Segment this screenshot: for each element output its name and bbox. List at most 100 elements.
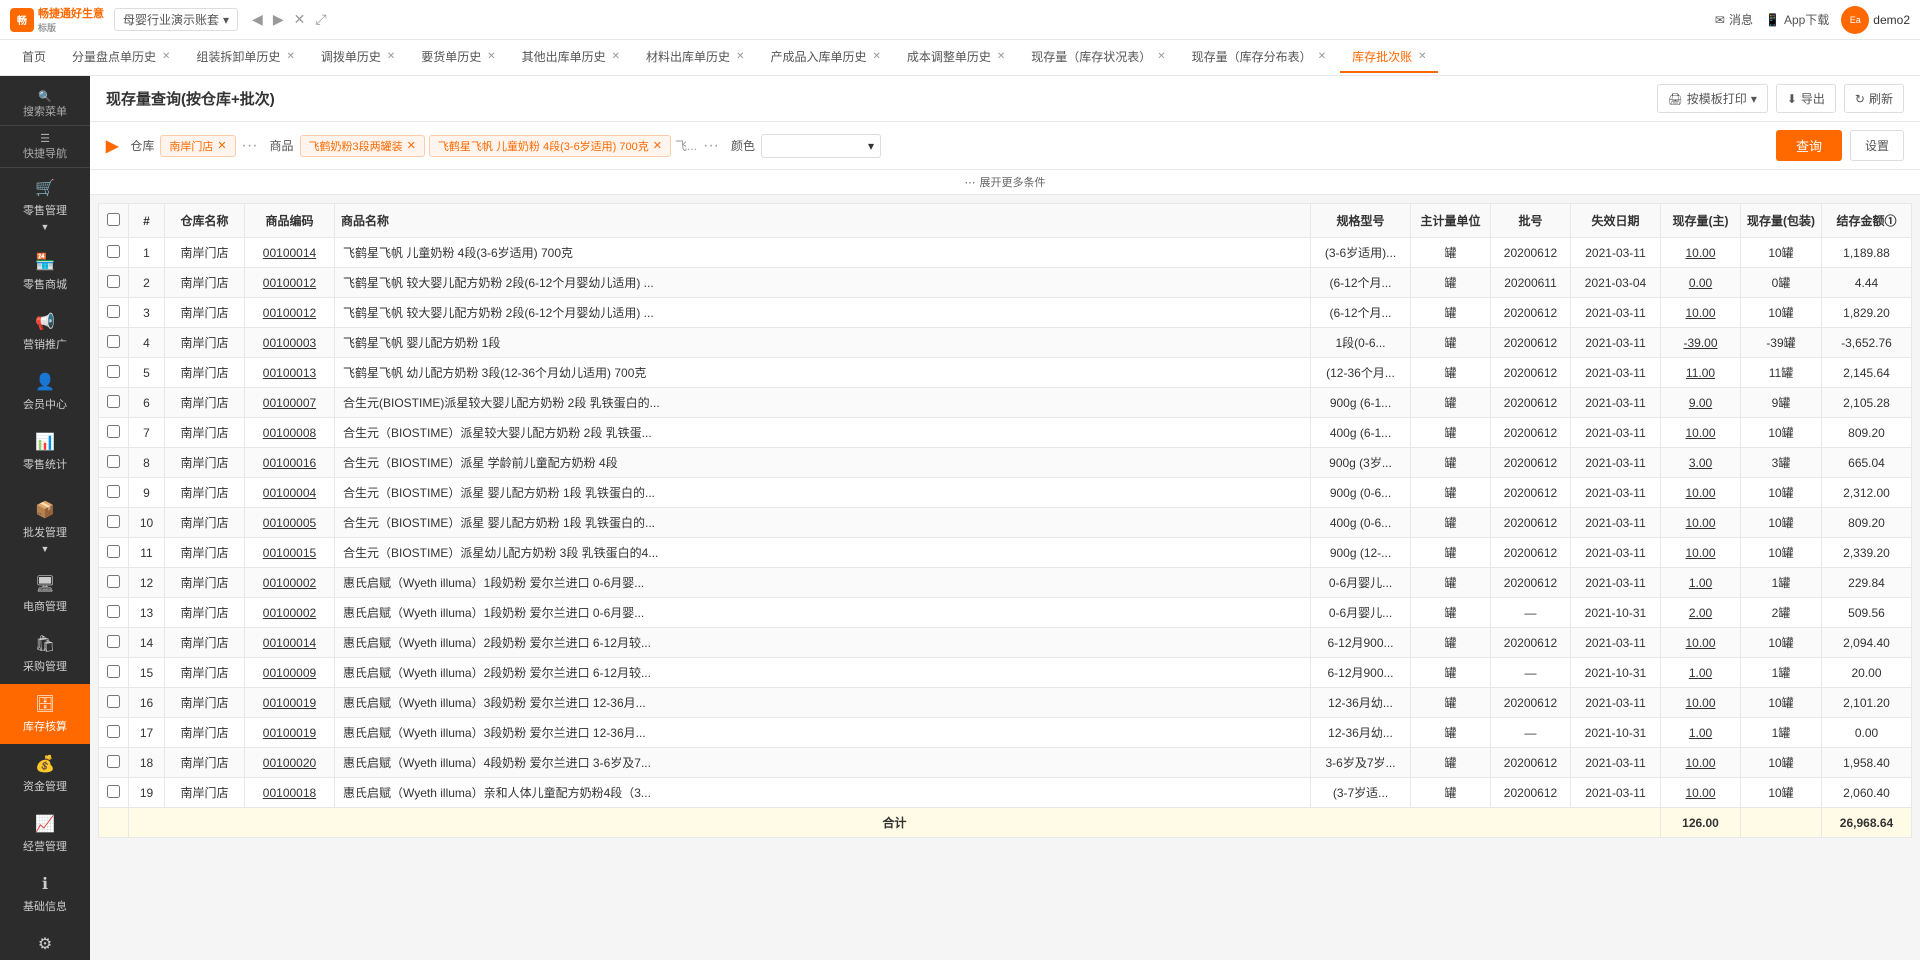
row-qty[interactable]: 10.00: [1661, 688, 1741, 718]
row-code[interactable]: 00100012: [245, 298, 335, 328]
row-checkbox[interactable]: [99, 568, 129, 598]
row-checkbox[interactable]: [99, 448, 129, 478]
row-checkbox[interactable]: [99, 478, 129, 508]
row-qty[interactable]: 3.00: [1661, 448, 1741, 478]
tab-close-chanchenpin[interactable]: ✕: [872, 51, 880, 62]
row-code[interactable]: 00100004: [245, 478, 335, 508]
tab-close-chengben[interactable]: ✕: [997, 51, 1005, 62]
refresh-btn[interactable]: ↻ 刷新: [1844, 84, 1904, 113]
sidebar-item-huiyuan[interactable]: 👤 会员中心: [0, 362, 90, 422]
tab-chanchenpin[interactable]: 产成品入库单历史 ✕: [758, 42, 892, 73]
tab-fenliang[interactable]: 分量盘点单历史 ✕: [60, 42, 182, 73]
row-code[interactable]: 00100002: [245, 568, 335, 598]
account-dropdown[interactable]: 母婴行业演示账套 ▾: [114, 8, 238, 31]
row-code[interactable]: 00100007: [245, 388, 335, 418]
sidebar-item-lingshoul-guanli[interactable]: 🛒 零售管理 ▼: [0, 168, 90, 242]
tab-close-zuzhuang[interactable]: ✕: [286, 51, 294, 62]
row-checkbox[interactable]: [99, 238, 129, 268]
row-code[interactable]: 00100015: [245, 538, 335, 568]
row-checkbox[interactable]: [99, 778, 129, 808]
row-checkbox[interactable]: [99, 388, 129, 418]
row-qty[interactable]: 1.00: [1661, 568, 1741, 598]
tag-remove-warehouse[interactable]: ✕: [217, 139, 226, 152]
row-code[interactable]: 00100014: [245, 628, 335, 658]
row-qty[interactable]: 10.00: [1661, 538, 1741, 568]
app-download-btn[interactable]: 📱 App下载: [1765, 11, 1829, 28]
row-code[interactable]: 00100005: [245, 508, 335, 538]
tab-kucun-pici[interactable]: 库存批次账 ✕: [1340, 42, 1438, 73]
sidebar-item-yingxiao[interactable]: 📢 营销推广: [0, 302, 90, 362]
row-checkbox[interactable]: [99, 688, 129, 718]
tab-close-yaohuo[interactable]: ✕: [487, 51, 495, 62]
tab-close-kucun-pici[interactable]: ✕: [1418, 51, 1426, 62]
tab-home[interactable]: 首页: [10, 42, 58, 73]
row-code[interactable]: 00100018: [245, 778, 335, 808]
sidebar-quick-nav[interactable]: ☰ 快捷导航: [0, 126, 90, 168]
row-checkbox[interactable]: [99, 538, 129, 568]
row-qty[interactable]: 2.00: [1661, 598, 1741, 628]
tab-prev-btn[interactable]: ◀: [248, 9, 267, 30]
row-checkbox[interactable]: [99, 718, 129, 748]
tab-close-qita-chuku[interactable]: ✕: [612, 51, 620, 62]
tag-remove-product-2[interactable]: ✕: [653, 139, 662, 152]
table-area[interactable]: # 仓库名称 商品编码 商品名称 规格型号 主计量单位 批号 失效日期 现存量(…: [90, 195, 1920, 960]
row-checkbox[interactable]: [99, 358, 129, 388]
tab-chengben[interactable]: 成本调整单历史 ✕: [895, 42, 1017, 73]
tab-next-btn[interactable]: ▶: [269, 9, 288, 30]
tab-close-xiancunliang-zhuangkuang[interactable]: ✕: [1157, 51, 1165, 62]
row-qty[interactable]: 10.00: [1661, 778, 1741, 808]
row-qty[interactable]: 10.00: [1661, 298, 1741, 328]
print-btn[interactable]: 🖨 按模板打印 ▾: [1657, 84, 1768, 113]
row-qty[interactable]: 10.00: [1661, 478, 1741, 508]
row-checkbox[interactable]: [99, 628, 129, 658]
row-qty[interactable]: 10.00: [1661, 238, 1741, 268]
row-qty[interactable]: 0.00: [1661, 268, 1741, 298]
color-select[interactable]: ▾: [761, 134, 881, 158]
row-qty[interactable]: 10.00: [1661, 628, 1741, 658]
expand-more-btn[interactable]: ⋯ 展开更多条件: [965, 174, 1046, 190]
tab-close-xiancunliang-fenbiao[interactable]: ✕: [1318, 51, 1326, 62]
tab-close-diaobo[interactable]: ✕: [387, 51, 395, 62]
tab-qita-chuku[interactable]: 其他出库单历史 ✕: [510, 42, 632, 73]
row-code[interactable]: 00100014: [245, 238, 335, 268]
user-profile-btn[interactable]: Ea demo2: [1841, 6, 1910, 34]
sidebar-item-dianshangl[interactable]: 🖥 电商管理: [0, 564, 90, 624]
row-checkbox[interactable]: [99, 418, 129, 448]
sidebar-item-jichu[interactable]: ℹ 基础信息: [0, 864, 90, 924]
row-code[interactable]: 00100008: [245, 418, 335, 448]
tab-xiancunliang-zhuangkuang[interactable]: 现存量（库存状况表） ✕: [1019, 42, 1177, 73]
sidebar-item-pifa[interactable]: 📦 批发管理 ▼: [0, 490, 90, 564]
row-code[interactable]: 00100019: [245, 718, 335, 748]
tag-remove-product-1[interactable]: ✕: [407, 139, 416, 152]
row-qty[interactable]: -39.00: [1661, 328, 1741, 358]
row-checkbox[interactable]: [99, 598, 129, 628]
product-more[interactable]: 飞...: [675, 137, 697, 154]
sidebar-item-jingying[interactable]: 📈 经营管理: [0, 804, 90, 864]
tab-xiancunliang-fenbiao[interactable]: 现存量（库存分布表） ✕: [1180, 42, 1338, 73]
row-checkbox[interactable]: [99, 268, 129, 298]
sidebar-item-lingshoul-shangcheng[interactable]: 🏪 零售商城: [0, 242, 90, 302]
row-qty[interactable]: 11.00: [1661, 358, 1741, 388]
row-qty[interactable]: 10.00: [1661, 508, 1741, 538]
tab-close-cailiao-chuku[interactable]: ✕: [736, 51, 744, 62]
sidebar-item-xitong[interactable]: ⚙ 系统管理: [0, 924, 90, 960]
row-code[interactable]: 00100013: [245, 358, 335, 388]
row-qty[interactable]: 1.00: [1661, 658, 1741, 688]
row-qty[interactable]: 10.00: [1661, 418, 1741, 448]
sidebar-item-lingshoul-tongji[interactable]: 📊 零售统计: [0, 422, 90, 482]
row-checkbox[interactable]: [99, 328, 129, 358]
tab-yaohuo[interactable]: 要货单历史 ✕: [409, 42, 507, 73]
row-checkbox[interactable]: [99, 748, 129, 778]
row-code[interactable]: 00100012: [245, 268, 335, 298]
row-code[interactable]: 00100016: [245, 448, 335, 478]
sidebar-item-zijin[interactable]: 💰 资金管理: [0, 744, 90, 804]
row-code[interactable]: 00100002: [245, 598, 335, 628]
row-qty[interactable]: 1.00: [1661, 718, 1741, 748]
row-code[interactable]: 00100003: [245, 328, 335, 358]
export-btn[interactable]: ⬇ 导出: [1776, 84, 1836, 113]
select-all-checkbox[interactable]: [107, 213, 120, 226]
row-checkbox[interactable]: [99, 298, 129, 328]
row-checkbox[interactable]: [99, 508, 129, 538]
row-qty[interactable]: 10.00: [1661, 748, 1741, 778]
messages-btn[interactable]: ✉ 消息: [1715, 11, 1753, 28]
